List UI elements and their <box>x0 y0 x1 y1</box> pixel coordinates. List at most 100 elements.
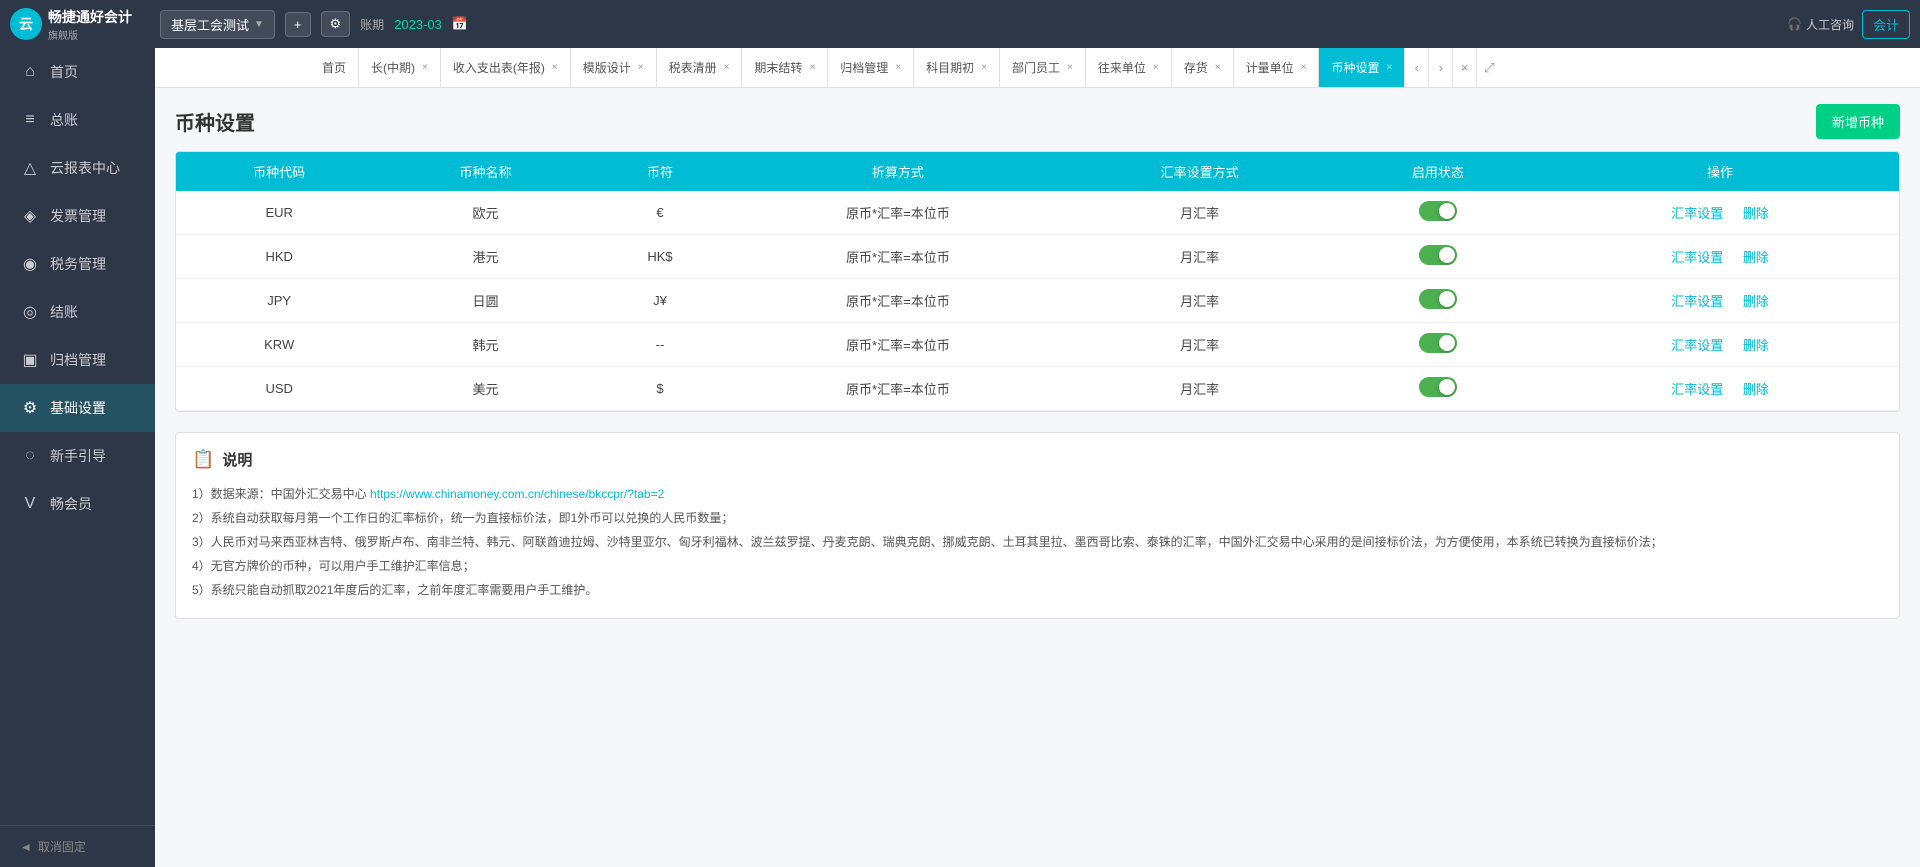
delete-link[interactable]: 删除 <box>1743 382 1769 397</box>
toggle-thumb <box>1439 247 1455 263</box>
cancel-fixed-button[interactable]: ◄ 取消固定 <box>0 825 155 867</box>
tab-income[interactable]: 收入支出表(年报) × <box>441 48 571 88</box>
sidebar-item-tax[interactable]: ◉ 税务管理 <box>0 240 155 288</box>
tab-maximize-button[interactable]: ⤢ <box>1477 48 1501 88</box>
table-row: JPY 日圆 J¥ 原币*汇率=本位币 月汇率 汇率设置 删除 <box>176 279 1899 323</box>
toggle-switch[interactable] <box>1419 245 1457 265</box>
org-selector[interactable]: 基层工会测试 ▼ <box>160 10 275 39</box>
tab-client[interactable]: 往来单位 × <box>1086 48 1172 88</box>
rate-setting-link[interactable]: 汇率设置 <box>1671 250 1723 265</box>
tab-home[interactable]: 首页 <box>310 48 359 88</box>
tab-template-close[interactable]: × <box>638 62 644 73</box>
toggle-track <box>1419 201 1457 221</box>
tab-dept-close[interactable]: × <box>1067 62 1073 73</box>
notes-link[interactable]: https://www.chinamoney.com.cn/chinese/bk… <box>370 487 664 501</box>
toggle-switch[interactable] <box>1419 289 1457 309</box>
cell-calc: 原币*汇率=本位币 <box>731 235 1064 279</box>
settings-button[interactable]: ⚙ <box>321 11 351 37</box>
new-currency-button[interactable]: 新增币种 <box>1816 104 1900 139</box>
calendar-icon[interactable]: 📅 <box>452 16 468 32</box>
sidebar-item-member[interactable]: V 畅会员 <box>0 480 155 528</box>
notes-icon: 📋 <box>192 449 214 470</box>
cell-actions: 汇率设置 删除 <box>1541 323 1899 367</box>
tab-unit-close[interactable]: × <box>1301 62 1307 73</box>
sidebar-item-checkout[interactable]: ◎ 结账 <box>0 288 155 336</box>
page-title: 币种设置 <box>175 107 255 136</box>
account-button[interactable]: 会计 <box>1862 10 1910 39</box>
currency-table: 币种代码 币种名称 币符 折算方式 汇率设置方式 启用状态 操作 EUR 欧元 … <box>175 151 1900 412</box>
tab-next-button[interactable]: › <box>1429 48 1453 88</box>
col-symbol: 币符 <box>589 152 732 191</box>
cell-name: 欧元 <box>382 191 588 235</box>
delete-link[interactable]: 删除 <box>1743 250 1769 265</box>
cell-calc: 原币*汇率=本位币 <box>731 323 1064 367</box>
tab-archive[interactable]: 归档管理 × <box>828 48 914 88</box>
tab-zhongqi-close[interactable]: × <box>422 62 428 73</box>
sidebar-label-tax: 税务管理 <box>50 254 106 274</box>
tab-subject-close[interactable]: × <box>981 62 987 73</box>
tab-currency-label: 币种设置 <box>1331 59 1379 76</box>
tab-income-close[interactable]: × <box>552 62 558 73</box>
app-name: 畅捷通好会计 <box>48 7 132 27</box>
tab-tax[interactable]: 税表清册 × <box>657 48 743 88</box>
sidebar-item-reports[interactable]: △ 云报表中心 <box>0 144 155 192</box>
sidebar-item-ledger[interactable]: ≡ 总账 <box>0 96 155 144</box>
tab-period-end[interactable]: 期末结转 × <box>742 48 828 88</box>
sidebar-item-invoice[interactable]: ◈ 发票管理 <box>0 192 155 240</box>
tab-period-end-close[interactable]: × <box>809 62 815 73</box>
cell-code: USD <box>176 367 382 411</box>
toggle-thumb <box>1439 379 1455 395</box>
tab-currency[interactable]: 币种设置 × <box>1319 48 1405 88</box>
period-value[interactable]: 2023-03 <box>394 17 442 32</box>
delete-link[interactable]: 删除 <box>1743 206 1769 221</box>
tab-subject[interactable]: 科目期初 × <box>914 48 1000 88</box>
tab-zhongqi[interactable]: 长(中期) × <box>359 48 441 88</box>
tab-archive-close[interactable]: × <box>895 62 901 73</box>
cell-name: 港元 <box>382 235 588 279</box>
sidebar-item-guide[interactable]: ◌ 新手引导 <box>0 432 155 480</box>
sidebar-item-home[interactable]: ⌂ 首页 <box>0 48 155 96</box>
tab-archive-label: 归档管理 <box>840 59 888 76</box>
rate-setting-link[interactable]: 汇率设置 <box>1671 382 1723 397</box>
toggle-switch[interactable] <box>1419 333 1457 353</box>
cell-actions: 汇率设置 删除 <box>1541 191 1899 235</box>
delete-link[interactable]: 删除 <box>1743 294 1769 309</box>
service-button[interactable]: 🎧 人工咨询 <box>1787 16 1854 33</box>
tab-client-close[interactable]: × <box>1153 62 1159 73</box>
toggle-switch[interactable] <box>1419 201 1457 221</box>
cell-symbol: HK$ <box>589 235 732 279</box>
notes-title-text: 说明 <box>222 449 252 470</box>
tab-prev-button[interactable]: ‹ <box>1405 48 1429 88</box>
logo-icon: 云 <box>10 8 42 40</box>
cell-status <box>1335 279 1541 323</box>
reports-icon: △ <box>20 158 40 178</box>
rate-setting-link[interactable]: 汇率设置 <box>1671 206 1723 221</box>
tab-inventory-close[interactable]: × <box>1215 62 1221 73</box>
sidebar-label-archive: 归档管理 <box>50 350 106 370</box>
header-center: 基层工会测试 ▼ + ⚙ 账期 2023-03 📅 <box>160 10 1777 39</box>
cell-name: 日圆 <box>382 279 588 323</box>
tab-close-all-button[interactable]: × <box>1453 48 1477 88</box>
tab-dept[interactable]: 部门员工 × <box>1000 48 1086 88</box>
rate-setting-link[interactable]: 汇率设置 <box>1671 338 1723 353</box>
cell-name: 韩元 <box>382 323 588 367</box>
rate-setting-link[interactable]: 汇率设置 <box>1671 294 1723 309</box>
tab-currency-close[interactable]: × <box>1386 62 1392 73</box>
cell-calc: 原币*汇率=本位币 <box>731 367 1064 411</box>
cancel-fixed-label: 取消固定 <box>38 838 86 855</box>
sidebar-item-settings[interactable]: ⚙ 基础设置 <box>0 384 155 432</box>
table-row: EUR 欧元 € 原币*汇率=本位币 月汇率 汇率设置 删除 <box>176 191 1899 235</box>
delete-link[interactable]: 删除 <box>1743 338 1769 353</box>
tab-tax-close[interactable]: × <box>724 62 730 73</box>
toggle-switch[interactable] <box>1419 377 1457 397</box>
toggle-thumb <box>1439 291 1455 307</box>
tab-unit[interactable]: 计量单位 × <box>1234 48 1320 88</box>
cell-symbol: € <box>589 191 732 235</box>
add-org-button[interactable]: + <box>285 12 311 37</box>
sidebar-item-archive[interactable]: ▣ 归档管理 <box>0 336 155 384</box>
tab-bar: 首页 长(中期) × 收入支出表(年报) × 模版设计 × 税表清册 × 期末结… <box>155 48 1920 88</box>
tab-template[interactable]: 模版设计 × <box>571 48 657 88</box>
tab-inventory[interactable]: 存货 × <box>1172 48 1234 88</box>
page-header: 币种设置 新增币种 <box>155 88 1920 151</box>
cell-rate-type: 月汇率 <box>1065 191 1335 235</box>
